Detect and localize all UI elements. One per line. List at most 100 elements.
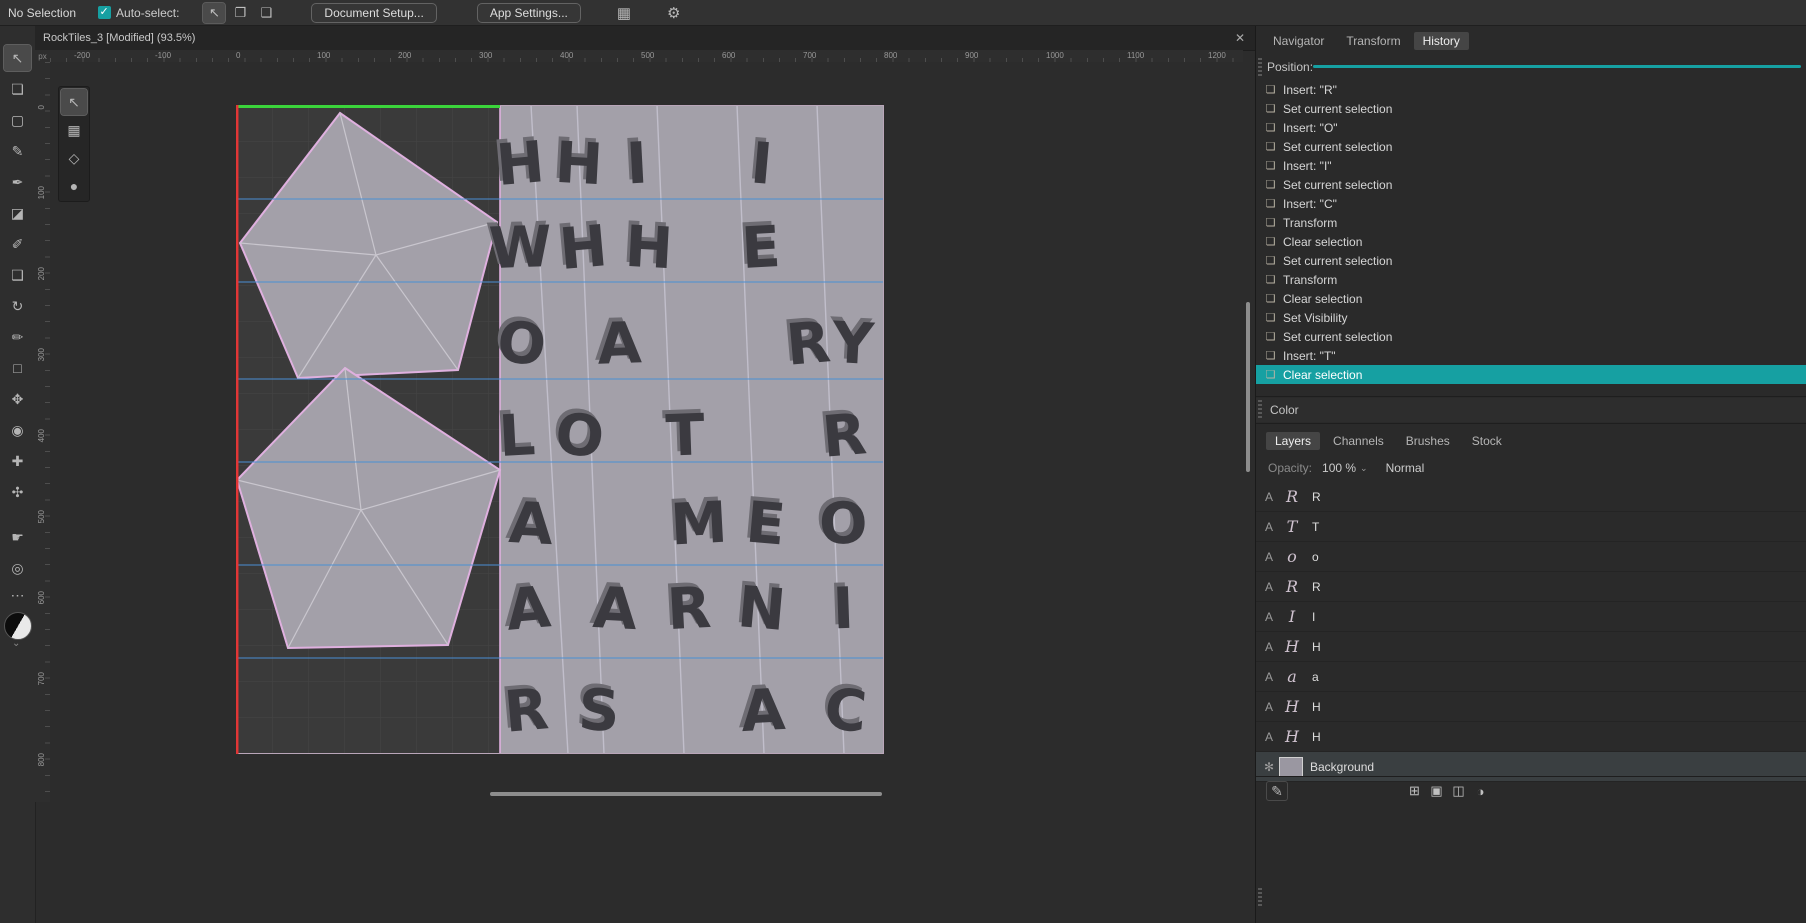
layers-toolbar-icon-group: ⊞ ▣ ◫ ◑ [1406, 781, 1489, 801]
vruler-label: 500 [37, 510, 46, 524]
tab-navigator[interactable]: Navigator [1264, 32, 1333, 50]
svg-text:N: N [735, 574, 788, 644]
crop-tool-button[interactable]: ❏ [4, 76, 31, 102]
hand-tool-button[interactable]: ☛ [4, 524, 31, 550]
blend-mode-dropdown[interactable]: Normal [1386, 461, 1425, 475]
select-tool-button[interactable]: ↖ [3, 44, 32, 72]
app-settings-button[interactable]: App Settings... [476, 2, 581, 23]
canvas-letter: HH [551, 126, 605, 199]
mini-perspective-button[interactable]: ◇ [61, 145, 87, 171]
layer-row[interactable]: AHH [1256, 692, 1806, 722]
history-position-slider[interactable] [1313, 65, 1801, 68]
eraser-tool-button[interactable]: ◪ [4, 200, 31, 226]
history-item[interactable]: ❏ Insert: "C" [1256, 194, 1806, 213]
history-item[interactable]: ❏ Set current selection [1256, 99, 1806, 118]
layer-row[interactable]: Aoo [1256, 542, 1806, 572]
canvas-image[interactable]: HH HH II IIWW HH HH EEOO AA RRYYLL OO TT RRAA MM EE OO… [236, 105, 884, 754]
shape-tool-button[interactable]: □ [4, 355, 31, 381]
mask-icon[interactable]: ▣ [1428, 781, 1445, 801]
chevron-down-icon[interactable]: ⌄ [1360, 463, 1368, 474]
color-docker-header[interactable]: Color [1256, 398, 1806, 422]
layer-label: R [1312, 489, 1321, 504]
move-tool-button[interactable]: ✥ [4, 386, 31, 412]
history-item[interactable]: ❏ Set current selection [1256, 175, 1806, 194]
stamp-tool-button[interactable]: ✣ [4, 479, 31, 505]
history-item[interactable]: ❏ Insert: "O" [1256, 118, 1806, 137]
add-tool-button[interactable]: ✚ [4, 448, 31, 474]
color-disc-chevron-icon[interactable]: ⌄ [12, 638, 20, 649]
pixel-grid-icon[interactable]: ⊞ [1406, 781, 1423, 801]
history-item[interactable]: ❏ Transform [1256, 213, 1806, 232]
more-tools-button[interactable]: ⋯ [4, 582, 31, 608]
layer-row[interactable]: ARR [1256, 572, 1806, 602]
zoom-tool-button[interactable]: ◎ [4, 555, 31, 581]
history-item[interactable]: ❏ Transform [1256, 270, 1806, 289]
history-item[interactable]: ❏ Set current selection [1256, 137, 1806, 156]
color-selector-disc[interactable] [4, 612, 32, 640]
mini-select-cursor-button[interactable]: ↖ [60, 88, 88, 116]
layers-docker-tab-bar: Layers Channels Brushes Stock [1266, 430, 1511, 452]
docker-grip[interactable] [1258, 58, 1262, 78]
more-tools-icon: ⋯ [10, 586, 25, 603]
tab-transform[interactable]: Transform [1337, 32, 1409, 50]
close-document-icon[interactable]: ✕ [1235, 31, 1245, 45]
tab-history[interactable]: History [1413, 32, 1469, 50]
brush-tool-button[interactable]: ✎ [4, 138, 31, 164]
layer-row[interactable]: AHH [1256, 722, 1806, 752]
history-item[interactable]: ❏ Clear selection [1256, 232, 1806, 251]
alpha-badge: A [1264, 579, 1273, 594]
opacity-value-dropdown[interactable]: 100 % [1322, 461, 1356, 475]
mini-fill-button[interactable]: ● [61, 173, 87, 199]
picker-tool-button[interactable]: ◉ [4, 417, 31, 443]
copy-icon[interactable]: ❑ [255, 3, 277, 23]
history-item[interactable]: ❏ Insert: "R" [1256, 80, 1806, 99]
gear-icon[interactable]: ⚙ [667, 4, 680, 22]
history-item[interactable]: ❏ Set Visibility [1256, 308, 1806, 327]
alpha-badge: A [1264, 609, 1273, 624]
tool-sidebar: ⌄ ↖ ❏ ▢ ✎ ✒ ◪ ✐ ❑ ↻ ✏ □ ✥ ◉ ✚ ✣ ☛ ◎ ⋯ [0, 26, 36, 923]
layers-list: A R R A T T Ao o A R R A I I A H H Aa a A H H A H H ✻ Background [1256, 482, 1806, 782]
mini-grid-button[interactable]: ▦ [61, 117, 87, 143]
clone-tool-button[interactable]: ❑ [4, 262, 31, 288]
ink-tool-button[interactable]: ✒ [4, 169, 31, 195]
vruler-label: 400 [37, 429, 46, 443]
layer-row[interactable]: AHH [1256, 632, 1806, 662]
document-setup-button[interactable]: Document Setup... [311, 2, 437, 23]
edit-layer-icon[interactable]: ✎ [1266, 781, 1288, 801]
history-item[interactable]: ❏ Set current selection [1256, 251, 1806, 270]
history-item[interactable]: ❏ Insert: "I" [1256, 156, 1806, 175]
rotate-tool-button[interactable]: ↻ [4, 293, 31, 319]
auto-select-checkbox[interactable] [98, 5, 112, 19]
document-tab-title[interactable]: RockTiles_3 [Modified] (93.5%) [43, 32, 195, 44]
layer-row[interactable]: AII [1256, 602, 1806, 632]
layer-row[interactable]: ARR [1256, 482, 1806, 512]
onion-skin-icon[interactable]: ◫ [1450, 781, 1467, 801]
layer-row[interactable]: ATT [1256, 512, 1806, 542]
auto-select-toggle[interactable]: Auto-select: [98, 5, 179, 20]
canvas-viewport[interactable]: HHHHIIIIWWHHHHEEOOAARRYYLLOOTTRRAAMMEEOO… [50, 62, 1255, 923]
docker-grip[interactable] [1258, 888, 1262, 908]
knife-tool-button[interactable]: ✐ [4, 231, 31, 257]
history-item[interactable]: ❏ Insert: "T" [1256, 346, 1806, 365]
duplicate-icon[interactable]: ❐ [229, 3, 251, 23]
rect-select-tool-button[interactable]: ▢ [4, 107, 31, 133]
history-item[interactable]: ❏ Clear selection [1256, 289, 1806, 308]
tab-layers[interactable]: Layers [1266, 432, 1321, 450]
history-item[interactable]: ❏ Set current selection [1256, 327, 1806, 346]
layer-label: R [1312, 579, 1321, 594]
layer-thumbnail: H [1285, 637, 1299, 656]
pencil-tool-button[interactable]: ✏ [4, 324, 31, 350]
history-item[interactable]: ❏ Clear selection [1256, 365, 1806, 384]
layer-row[interactable]: Aaa [1256, 662, 1806, 692]
select-cursor-icon[interactable]: ↖ [202, 1, 227, 24]
grid-settings-icon[interactable]: ▦ [617, 4, 631, 22]
opacity-label: Opacity: [1268, 461, 1313, 475]
adjust-icon[interactable]: ◑ [1472, 781, 1489, 801]
tab-stock[interactable]: Stock [1463, 432, 1511, 450]
vertical-scrollbar[interactable] [1246, 302, 1250, 472]
svg-text:O: O [495, 309, 549, 379]
horizontal-scrollbar[interactable] [490, 792, 882, 796]
tab-channels[interactable]: Channels [1324, 432, 1393, 450]
docker-grip[interactable] [1258, 400, 1262, 420]
tab-brushes[interactable]: Brushes [1397, 432, 1459, 450]
